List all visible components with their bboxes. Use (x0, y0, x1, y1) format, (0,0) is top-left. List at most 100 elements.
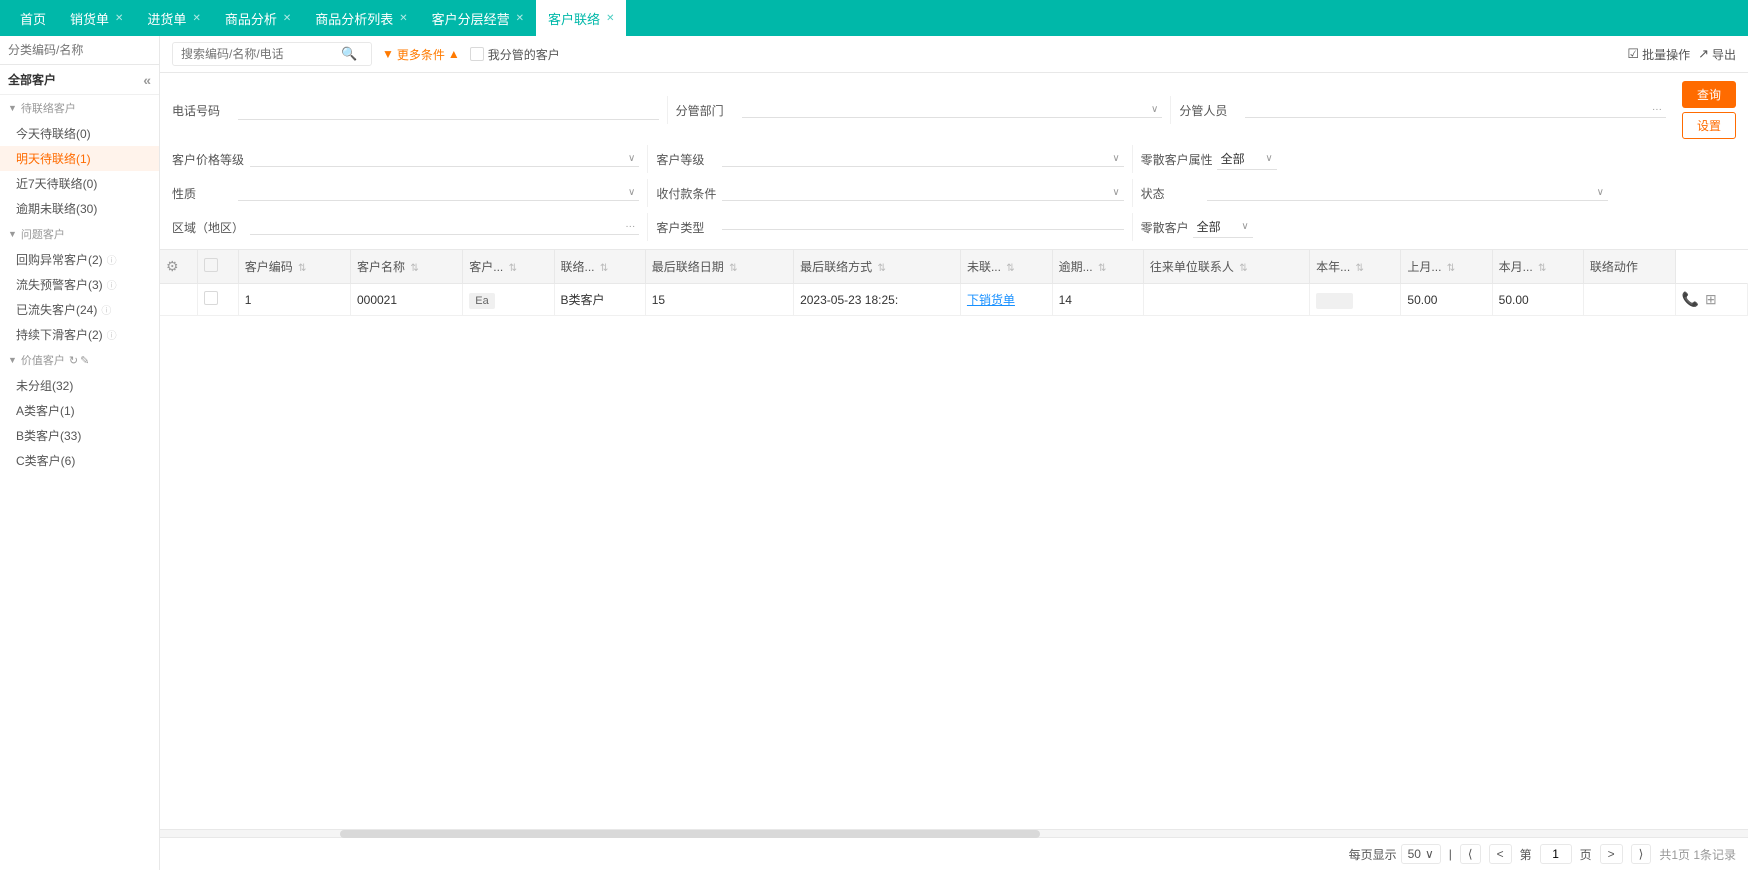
all-customers-header: 全部客户 « (0, 65, 159, 95)
sidebar-item-ungrouped[interactable]: 未分组(32) (0, 373, 159, 398)
close-icon[interactable]: ✕ (516, 13, 524, 24)
select-all-checkbox[interactable] (204, 258, 218, 272)
sidebar-item-tomorrow-pending[interactable]: 明天待联络(1) (0, 146, 159, 171)
sort-icon[interactable]: ⇅ (298, 263, 306, 274)
gear-icon[interactable]: ⚙ (166, 258, 179, 274)
row-last-contact-method: 下销货单 (960, 284, 1052, 316)
per-page-select[interactable]: 50 ∨ (1401, 844, 1441, 864)
page-input[interactable] (1540, 844, 1572, 864)
query-button[interactable]: 查询 (1682, 81, 1736, 108)
sidebar-item-churned[interactable]: 已流失客户(24) ⓘ (0, 297, 159, 322)
close-icon[interactable]: ✕ (399, 13, 407, 24)
problem-group-label: ▼ 问题客户 (0, 221, 159, 247)
sidebar-item-c-customers[interactable]: C类客户(6) (0, 448, 159, 473)
status-select[interactable]: ∨ (1207, 185, 1608, 201)
table-body: 1 000021 Ea B类客户 15 2023-05-23 18:25: 下销… (160, 284, 1748, 316)
filter-gender: 性质 ∨ (172, 185, 639, 202)
collapse-icon[interactable]: « (143, 72, 151, 88)
sidebar-item-abnormal-repurchase[interactable]: 回购异常客户(2) ⓘ (0, 247, 159, 272)
nav-product-analysis-list[interactable]: 商品分析列表 ✕ (303, 0, 419, 36)
more-conditions-btn[interactable]: ▼ 更多条件 ▲ (382, 46, 460, 63)
sidebar-item-churn-warning[interactable]: 流失预警客户(3) ⓘ (0, 272, 159, 297)
sort-icon[interactable]: ⇅ (1447, 263, 1455, 274)
page-label-end: 页 (1580, 846, 1592, 863)
grade-select[interactable]: ∨ (250, 151, 639, 167)
region-select[interactable]: ··· (250, 219, 639, 235)
sidebar-item-7day-pending[interactable]: 近7天待联络(0) (0, 171, 159, 196)
nav-product-analysis[interactable]: 商品分析 ✕ (213, 0, 303, 36)
close-icon[interactable]: ✕ (606, 13, 614, 24)
table-row: 1 000021 Ea B类客户 15 2023-05-23 18:25: 下销… (160, 284, 1748, 316)
nav-purchase-order[interactable]: 进货单 ✕ (135, 0, 212, 36)
nav-customer-contact[interactable]: 客户联络 ✕ (536, 0, 626, 36)
scrollbar-thumb[interactable] (340, 830, 1040, 838)
hint-icon: ⓘ (107, 252, 117, 267)
retail-customer-select[interactable]: 全部 ∨ (1193, 216, 1253, 238)
gender-select[interactable]: ∨ (238, 185, 639, 201)
sidebar-item-today-pending[interactable]: 今天待联络(0) (0, 121, 159, 146)
phone-action-icon[interactable]: 📞 (1682, 291, 1699, 308)
chevron-down-icon: ∨ (628, 187, 635, 198)
main-layout: 🔍 全部客户 « ▼ 待联络客户 今天待联络(0) 明天待联络(1) 近7天待联… (0, 36, 1748, 870)
col-customer-code: 客户编码 ⇅ (238, 250, 350, 284)
refresh-icon[interactable]: ↻ (69, 354, 78, 367)
sort-icon[interactable]: ⇅ (1538, 263, 1546, 274)
phone-input[interactable] (238, 101, 659, 120)
sort-icon[interactable]: ⇅ (509, 263, 517, 274)
manager-select[interactable]: ··· (1245, 102, 1666, 118)
contact-method-link[interactable]: 下销货单 (967, 293, 1015, 307)
customer-level-select[interactable]: ∨ (722, 151, 1123, 167)
filter-customer-type: 客户类型 (656, 219, 1123, 236)
sort-icon[interactable]: ⇅ (1006, 263, 1014, 274)
sidebar-search-input[interactable] (8, 43, 160, 57)
content-area: 🔍 ▼ 更多条件 ▲ 我分管的客户 ☑ 批量操作 ↗ 导出 (160, 36, 1748, 870)
my-customers-checkbox[interactable]: 我分管的客户 (470, 46, 560, 63)
grid-action-icon[interactable]: ⊞ (1705, 291, 1717, 308)
sidebar-item-a-customers[interactable]: A类客户(1) (0, 398, 159, 423)
filter-row-2: 客户价格等级 ∨ 客户等级 ∨ 零散客户属性 (172, 145, 1736, 173)
filter-dept: 分管部门 ∨ (676, 102, 1163, 119)
sort-icon[interactable]: ⇅ (729, 263, 737, 274)
next-page-btn[interactable]: > (1600, 844, 1623, 864)
row-select-checkbox[interactable] (204, 291, 218, 305)
row-actions: 📞 ⊞ (1675, 284, 1747, 316)
checkbox-icon[interactable] (470, 47, 484, 61)
sort-icon[interactable]: ⇅ (600, 263, 608, 274)
customer-type-select[interactable] (722, 225, 1123, 230)
horizontal-scrollbar[interactable] (160, 829, 1748, 837)
sidebar-item-b-customers[interactable]: B类客户(33) (0, 423, 159, 448)
hint-icon: ⓘ (107, 327, 117, 342)
batch-op-btn[interactable]: ☑ 批量操作 (1627, 46, 1690, 63)
first-page-btn[interactable]: ⟨ (1460, 844, 1481, 864)
sidebar-item-declining[interactable]: 持续下滑客户(2) ⓘ (0, 322, 159, 347)
col-not-contacted: 未联... ⇅ (960, 250, 1052, 284)
close-icon[interactable]: ✕ (115, 13, 123, 24)
export-btn[interactable]: ↗ 导出 (1698, 46, 1736, 63)
nav-home[interactable]: 首页 (8, 0, 58, 36)
page-label: 第 (1520, 846, 1532, 863)
nav-customer-tier[interactable]: 客户分层经营 ✕ (420, 0, 536, 36)
edit-icon[interactable]: ✎ (80, 354, 89, 367)
payment-select[interactable]: ∨ (722, 185, 1123, 201)
filter-manager: 分管人员 ··· (1179, 102, 1666, 119)
sort-icon[interactable]: ⇅ (410, 263, 418, 274)
close-icon[interactable]: ✕ (192, 13, 200, 24)
col-last-contact-method: 最后联络方式 ⇅ (794, 250, 961, 284)
dept-select[interactable]: ∨ (742, 102, 1163, 118)
row-contact-person (1310, 284, 1401, 316)
search-input[interactable] (181, 47, 341, 61)
set-button[interactable]: 设置 (1682, 112, 1736, 139)
prev-page-btn[interactable]: < (1489, 844, 1512, 864)
sort-icon[interactable]: ⇅ (1098, 263, 1106, 274)
sort-icon[interactable]: ⇅ (877, 263, 885, 274)
sort-icon[interactable]: ⇅ (1356, 263, 1364, 274)
close-icon[interactable]: ✕ (283, 13, 291, 24)
ellipsis-icon: ··· (1652, 104, 1662, 115)
top-actions: ☑ 批量操作 ↗ 导出 (1627, 46, 1736, 63)
sidebar-item-overdue-pending[interactable]: 逾期未联络(30) (0, 196, 159, 221)
sort-icon[interactable]: ⇅ (1239, 263, 1247, 274)
retail-attr-select[interactable]: 全部 ∨ (1217, 148, 1277, 170)
last-page-btn[interactable]: ⟩ (1631, 844, 1652, 864)
nav-sales-order[interactable]: 销货单 ✕ (58, 0, 135, 36)
search-icon[interactable]: 🔍 (341, 46, 357, 62)
